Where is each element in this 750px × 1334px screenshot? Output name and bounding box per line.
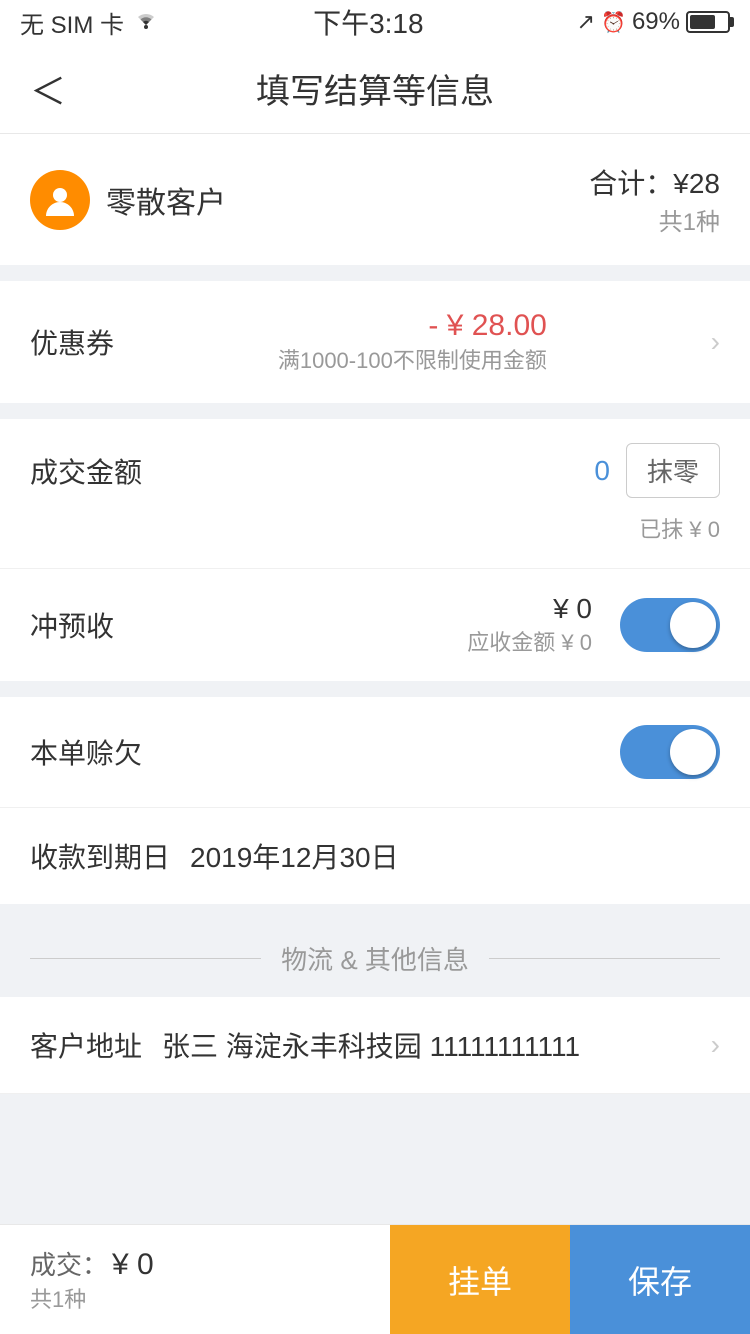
transaction-label: 成交金额 bbox=[30, 451, 142, 491]
precollect-right: ¥ 0 应收金额 ¥ 0 bbox=[467, 593, 720, 657]
coupon-row[interactable]: 优惠券 - ¥ 28.00 满1000-100不限制使用金额 › bbox=[0, 281, 750, 403]
status-left: 无 SIM 卡 bbox=[20, 5, 160, 40]
customer-name: 零散客户 bbox=[106, 178, 226, 222]
debt-toggle[interactable] bbox=[620, 725, 720, 779]
customer-left: 零散客户 bbox=[30, 170, 226, 230]
customer-total: 合计：¥28 bbox=[589, 162, 720, 202]
sim-label: 无 SIM 卡 bbox=[20, 5, 124, 40]
coupon-desc: 满1000-100不限制使用金额 bbox=[278, 343, 547, 375]
debt-label: 本单赊欠 bbox=[30, 732, 142, 772]
nav-bar: ＜ 填写结算等信息 bbox=[0, 44, 750, 134]
bottom-deal-label: 成交： bbox=[30, 1245, 108, 1282]
coupon-chevron-icon: › bbox=[711, 326, 720, 358]
logistics-header: 物流 & 其他信息 bbox=[0, 920, 750, 997]
customer-avatar bbox=[30, 170, 90, 230]
due-date-row: 收款到期日 2019年12月30日 bbox=[0, 807, 750, 904]
transaction-amount-row: 成交金额 0 抹零 bbox=[0, 419, 750, 512]
precollect-row: 冲预收 ¥ 0 应收金额 ¥ 0 bbox=[0, 569, 750, 681]
bottom-info: 成交： ¥ 0 共1种 bbox=[0, 1245, 390, 1314]
customer-count: 共1种 bbox=[589, 202, 720, 237]
transaction-right: 0 抹零 bbox=[594, 443, 720, 498]
debt-section: 本单赊欠 收款到期日 2019年12月30日 bbox=[0, 697, 750, 904]
due-date-label: 收款到期日 bbox=[30, 836, 170, 876]
bottom-amount: ¥ 0 bbox=[112, 1248, 154, 1282]
round-off-button[interactable]: 抹零 bbox=[626, 443, 720, 498]
location-icon: ↗ bbox=[577, 9, 595, 35]
coupon-label: 优惠券 bbox=[30, 322, 114, 362]
due-date-value: 2019年12月30日 bbox=[190, 836, 399, 876]
hold-button[interactable]: 挂单 bbox=[390, 1225, 570, 1334]
page-title: 填写结算等信息 bbox=[256, 64, 494, 113]
precollect-amount: ¥ 0 bbox=[467, 593, 592, 625]
logistics-line-left bbox=[30, 958, 261, 959]
status-time: 下午3:18 bbox=[313, 2, 424, 42]
coupon-section: 优惠券 - ¥ 28.00 满1000-100不限制使用金额 › bbox=[0, 281, 750, 403]
customer-row: 零散客户 合计：¥28 共1种 bbox=[0, 134, 750, 265]
customer-summary: 合计：¥28 共1种 bbox=[589, 162, 720, 237]
precollect-info: ¥ 0 应收金额 ¥ 0 bbox=[467, 593, 592, 657]
coupon-right: - ¥ 28.00 满1000-100不限制使用金额 bbox=[278, 309, 547, 375]
logistics-label: 物流 & 其他信息 bbox=[261, 940, 489, 977]
alarm-icon: ⏰ bbox=[601, 10, 626, 35]
logistics-line-right bbox=[489, 958, 720, 959]
customer-section: 零散客户 合计：¥28 共1种 bbox=[0, 134, 750, 265]
back-button[interactable]: ＜ bbox=[30, 63, 66, 115]
battery-icon bbox=[686, 11, 730, 33]
transaction-section: 成交金额 0 抹零 已抹 ¥ 0 冲预收 ¥ 0 应收金额 ¥ 0 bbox=[0, 419, 750, 681]
battery-percent: 69% bbox=[632, 8, 680, 36]
status-right: ↗ ⏰ 69% bbox=[577, 8, 730, 36]
address-value: 张三 海淀永丰科技园 11111111111 bbox=[162, 1025, 711, 1065]
coupon-discount: - ¥ 28.00 bbox=[278, 309, 547, 343]
status-bar: 无 SIM 卡 下午3:18 ↗ ⏰ 69% bbox=[0, 0, 750, 44]
content: 零散客户 合计：¥28 共1种 优惠券 - ¥ 28.00 满1000-100不… bbox=[0, 134, 750, 1214]
wifi-icon bbox=[132, 8, 160, 36]
address-chevron-icon: › bbox=[711, 1029, 720, 1061]
debt-row: 本单赊欠 bbox=[0, 697, 750, 807]
transaction-sub-row: 已抹 ¥ 0 bbox=[0, 512, 750, 568]
bottom-count: 共1种 bbox=[30, 1282, 360, 1314]
precollect-sub-text: 应收金额 ¥ 0 bbox=[467, 625, 592, 657]
transaction-sub-text: 已抹 ¥ 0 bbox=[639, 512, 720, 544]
precollect-label: 冲预收 bbox=[30, 605, 114, 645]
address-row[interactable]: 客户地址 张三 海淀永丰科技园 11111111111 › bbox=[0, 997, 750, 1094]
bottom-bar: 成交： ¥ 0 共1种 挂单 保存 bbox=[0, 1224, 750, 1334]
precollect-toggle-knob bbox=[670, 602, 716, 648]
transaction-value: 0 bbox=[594, 455, 610, 487]
address-label: 客户地址 bbox=[30, 1025, 142, 1065]
debt-toggle-knob bbox=[670, 729, 716, 775]
precollect-toggle[interactable] bbox=[620, 598, 720, 652]
save-button[interactable]: 保存 bbox=[570, 1225, 750, 1334]
